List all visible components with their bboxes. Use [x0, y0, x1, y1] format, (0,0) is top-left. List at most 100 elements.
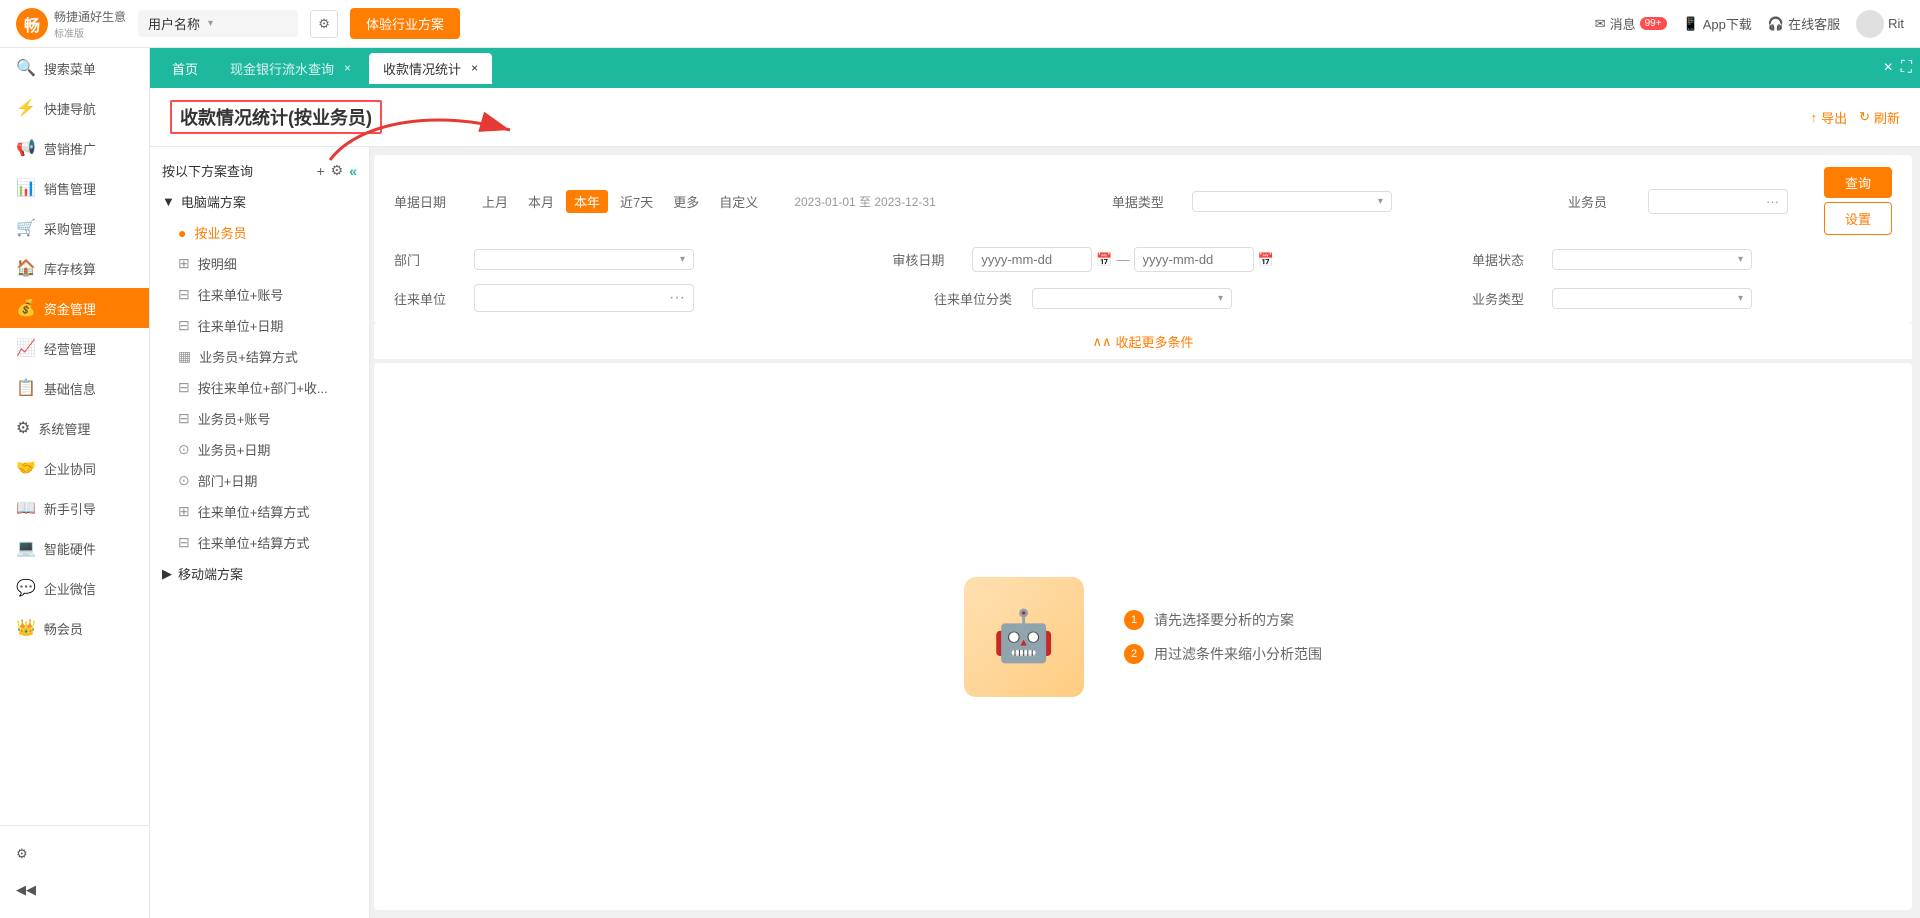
- sidebar-item-inventory[interactable]: 🏠 库存核算: [0, 248, 149, 288]
- scheme-item-by-salesman[interactable]: ● 按业务员: [150, 217, 369, 248]
- guide-icon: 📖: [16, 498, 36, 518]
- date-tab-custom[interactable]: 自定义: [711, 190, 766, 213]
- settings-button[interactable]: ⚙: [310, 10, 338, 38]
- calendar-to-icon[interactable]: 📅: [1258, 252, 1274, 268]
- calendar-from-icon[interactable]: 📅: [1096, 252, 1112, 268]
- sidebar-item-basic[interactable]: 📋 基础信息: [0, 368, 149, 408]
- online-service-button[interactable]: 🎧 在线客服: [1768, 14, 1840, 33]
- audit-date-to[interactable]: [1134, 247, 1254, 272]
- filter-panel: 单据日期 上月 本月 本年 近7天 更多 自定义 2023-01-01: [374, 155, 1912, 324]
- date-tab-last-month[interactable]: 上月: [474, 190, 516, 213]
- tab-home[interactable]: 首页: [158, 53, 212, 84]
- tab-maximize-icon[interactable]: ⛶: [1901, 59, 1912, 77]
- query-button[interactable]: 查询: [1824, 167, 1892, 198]
- voucher-status-select[interactable]: ▾: [1552, 249, 1752, 270]
- sidebar-label-system: 系统管理: [38, 419, 90, 438]
- hardware-icon: 💻: [16, 538, 36, 558]
- download-icon: 📱: [1683, 16, 1699, 32]
- empty-state: 🤖 1 请先选择要分析的方案 2 用过滤条件来缩小分析范围: [374, 363, 1912, 910]
- salesman-more-dots[interactable]: ···: [1766, 194, 1779, 209]
- sidebar-collapse-btn[interactable]: ◀◀: [0, 872, 149, 908]
- sidebar-label-funds: 资金管理: [44, 299, 96, 318]
- trial-button[interactable]: 体验行业方案: [350, 8, 460, 39]
- date-tab-more[interactable]: 更多: [665, 190, 707, 213]
- scheme-add-button[interactable]: +: [316, 163, 324, 179]
- sidebar-label-hardware: 智能硬件: [44, 539, 96, 558]
- scheme-item-icon-6: ⊟: [178, 410, 190, 427]
- sidebar-item-operations[interactable]: 📈 经营管理: [0, 328, 149, 368]
- member-icon: 👑: [16, 618, 36, 638]
- scheme-item-by-detail[interactable]: ⊞ 按明细: [150, 248, 369, 279]
- sidebar-item-purchase[interactable]: 🛒 采购管理: [0, 208, 149, 248]
- scheme-collapse-button[interactable]: «: [349, 163, 357, 179]
- inventory-icon: 🏠: [16, 258, 36, 278]
- scheme-item-salesman-account[interactable]: ⊟ 业务员+账号: [150, 403, 369, 434]
- scheme-item-unit-date[interactable]: ⊟ 往来单位+日期: [150, 310, 369, 341]
- tab-close-all-icon[interactable]: ×: [1883, 59, 1892, 77]
- empty-step-2: 2 用过滤条件来缩小分析范围: [1124, 644, 1322, 664]
- audit-date-from[interactable]: [972, 247, 1092, 272]
- scheme-item-label-10: 往来单位+结算方式: [198, 533, 310, 552]
- sidebar-item-guide[interactable]: 📖 新手引导: [0, 488, 149, 528]
- sidebar-item-marketing[interactable]: 📢 营销推广: [0, 128, 149, 168]
- scheme-item-label-0: 按业务员: [194, 223, 246, 242]
- user-area[interactable]: Rit: [1856, 10, 1904, 38]
- counterpart-category-select[interactable]: ▾: [1032, 288, 1232, 309]
- sidebar-item-member[interactable]: 👑 畅会员: [0, 608, 149, 648]
- breadcrumb[interactable]: 用户名称 ▾: [138, 10, 298, 37]
- settings-footer-icon: ⚙: [16, 846, 28, 862]
- tab-close-bank[interactable]: ×: [344, 61, 351, 75]
- tab-bank-flow[interactable]: 现金银行流水查询 ×: [216, 53, 365, 84]
- refresh-button[interactable]: ↻ 刷新: [1859, 108, 1900, 127]
- sidebar-label-purchase: 采购管理: [44, 219, 96, 238]
- sidebar-item-search[interactable]: 🔍 搜索菜单: [0, 48, 149, 88]
- scheme-item-dept-date[interactable]: ⊙ 部门+日期: [150, 465, 369, 496]
- scheme-item-salesman-payment[interactable]: ▦ 业务员+结算方式: [150, 341, 369, 372]
- date-tab-7days[interactable]: 近7天: [612, 190, 661, 213]
- scheme-item-unit-payment2[interactable]: ⊟ 往来单位+结算方式: [150, 527, 369, 558]
- set-button[interactable]: 设置: [1824, 202, 1892, 235]
- message-icon: ✉: [1595, 16, 1606, 32]
- salesman-label: 业务员: [1568, 192, 1628, 211]
- tab-close-receipt[interactable]: ×: [471, 61, 478, 75]
- sidebar-settings-btn[interactable]: ⚙: [0, 836, 149, 872]
- scheme-item-label-5: 按往来单位+部门+收...: [198, 378, 328, 397]
- sidebar-footer: ⚙ ◀◀: [0, 825, 149, 918]
- scheme-item-salesman-date[interactable]: ⊙ 业务员+日期: [150, 434, 369, 465]
- scheme-group-desktop[interactable]: ▼ 电脑端方案: [150, 186, 369, 217]
- voucher-type-select[interactable]: ▾: [1192, 191, 1392, 212]
- system-icon: ⚙: [16, 418, 30, 438]
- sidebar-item-collab[interactable]: 🤝 企业协同: [0, 448, 149, 488]
- date-tab-this-year[interactable]: 本年: [566, 190, 608, 213]
- sidebar-item-system[interactable]: ⚙ 系统管理: [0, 408, 149, 448]
- export-button[interactable]: ↑ 导出: [1811, 108, 1848, 127]
- scheme-item-icon-4: ▦: [178, 348, 191, 365]
- tab-receipt-stats[interactable]: 收款情况统计 ×: [369, 53, 492, 84]
- sidebar-item-wechat[interactable]: 💬 企业微信: [0, 568, 149, 608]
- salesman-select[interactable]: ···: [1648, 189, 1788, 214]
- scheme-item-unit-dept[interactable]: ⊟ 按往来单位+部门+收...: [150, 372, 369, 403]
- app-download-button[interactable]: 📱 App下载: [1683, 14, 1752, 33]
- collapse-bar-container: ∧∧ 收起更多条件: [374, 324, 1912, 359]
- collapse-bar[interactable]: ∧∧ 收起更多条件: [374, 324, 1912, 359]
- sidebar-label-guide: 新手引导: [44, 499, 96, 518]
- sidebar-label-basic: 基础信息: [44, 379, 96, 398]
- scheme-setting-button[interactable]: ⚙: [331, 162, 344, 179]
- sidebar-item-quicknav[interactable]: ⚡ 快捷导航: [0, 88, 149, 128]
- scheme-group-mobile[interactable]: ▶ 移动端方案: [150, 558, 369, 589]
- sidebar-item-funds[interactable]: 💰 资金管理: [0, 288, 149, 328]
- sidebar: 🔍 搜索菜单 ⚡ 快捷导航 📢 营销推广 📊 销售管理 🛒 采购管理 🏠 库存核…: [0, 48, 150, 918]
- scheme-item-unit-payment1[interactable]: ⊞ 往来单位+结算方式: [150, 496, 369, 527]
- group-toggle-icon: ▼: [162, 194, 175, 209]
- sidebar-item-sales[interactable]: 📊 销售管理: [0, 168, 149, 208]
- scheme-header-actions: + ⚙ «: [316, 162, 357, 179]
- counterpart-select[interactable]: ···: [474, 284, 694, 312]
- counterpart-more-dots[interactable]: ···: [669, 289, 685, 307]
- sidebar-item-hardware[interactable]: 💻 智能硬件: [0, 528, 149, 568]
- message-button[interactable]: ✉ 消息 99+: [1595, 14, 1667, 33]
- scheme-item-unit-account[interactable]: ⊟ 往来单位+账号: [150, 279, 369, 310]
- date-tab-this-month[interactable]: 本月: [520, 190, 562, 213]
- dept-select[interactable]: ▾: [474, 249, 694, 270]
- business-type-select[interactable]: ▾: [1552, 288, 1752, 309]
- sidebar-label-sales: 销售管理: [44, 179, 96, 198]
